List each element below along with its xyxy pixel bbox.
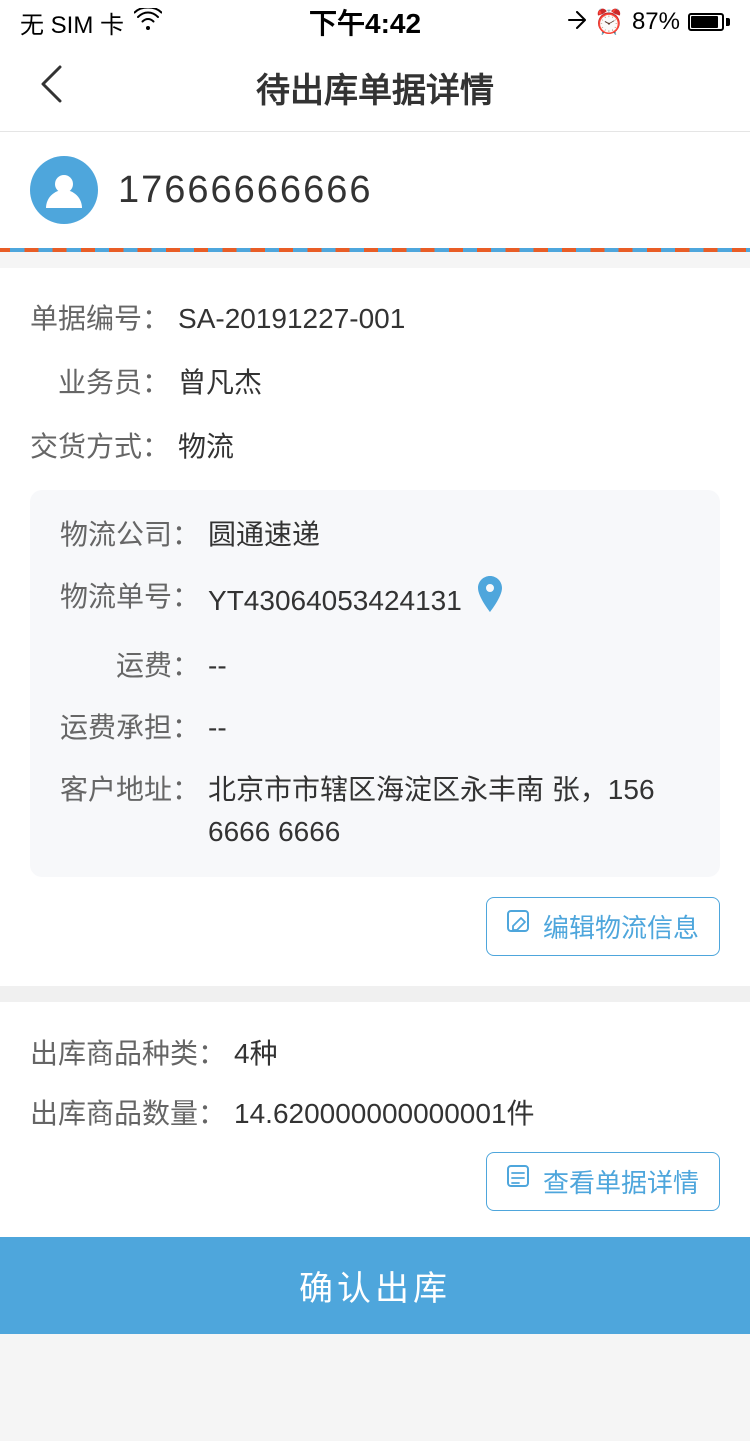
delivery-row: 交货方式： 物流 [30, 426, 720, 468]
freight-row: 运费： -- [60, 645, 690, 687]
freight-bearer-label: 运费承担： [60, 707, 200, 749]
edit-logistics-button[interactable]: 编辑物流信息 [486, 897, 720, 956]
page-title: 待出库单据详情 [256, 63, 494, 112]
section-divider-1 [0, 986, 750, 1002]
logistics-card: 物流公司： 圆通速递 物流单号： YT43064053424131 运费： --… [30, 490, 720, 877]
delivery-value: 物流 [178, 426, 720, 468]
freight-bearer-row: 运费承担： -- [60, 707, 690, 749]
confirm-button[interactable]: 确认出库 [0, 1237, 750, 1334]
address-label: 客户地址： [60, 769, 200, 811]
tracking-location-icon [474, 576, 506, 625]
product-type-row: 出库商品种类： 4种 [30, 1032, 720, 1072]
user-header: 17666666666 [0, 132, 750, 252]
document-number-value: SA-20191227-001 [178, 298, 720, 340]
logistics-company-value: 圆通速递 [208, 514, 690, 556]
carrier-label: 无 SIM 卡 [20, 5, 124, 40]
freight-label: 运费： [60, 645, 200, 687]
freight-value: -- [208, 645, 690, 687]
salesman-value: 曾凡杰 [178, 362, 720, 404]
view-detail-button-wrap: 查看单据详情 [30, 1152, 720, 1211]
logistics-tracking-value: YT43064053424131 [208, 576, 690, 625]
document-number-row: 单据编号： SA-20191227-001 [30, 298, 720, 340]
document-info-section: 单据编号： SA-20191227-001 业务员： 曾凡杰 交货方式： 物流 … [0, 268, 750, 986]
status-time: 下午4:42 [309, 2, 421, 42]
location-status-icon [568, 8, 586, 36]
product-type-label: 出库商品种类： [30, 1032, 226, 1072]
edit-logistics-label: 编辑物流信息 [543, 908, 699, 945]
product-type-value: 4种 [234, 1032, 278, 1072]
back-button[interactable] [30, 55, 72, 120]
status-bar: 无 SIM 卡 下午4:42 ⏰ 87% [0, 0, 750, 44]
address-row: 客户地址： 北京市市辖区海淀区永丰南 张，156 6666 6666 [60, 769, 690, 853]
edit-icon [507, 910, 533, 943]
view-detail-button[interactable]: 查看单据详情 [486, 1152, 720, 1211]
document-number-label: 单据编号： [30, 298, 170, 340]
avatar [30, 156, 98, 224]
edit-logistics-button-wrap: 编辑物流信息 [30, 897, 720, 956]
product-section: 出库商品种类： 4种 出库商品数量： 14.620000000000001件 查… [0, 1002, 750, 1241]
battery-text: 87% [632, 8, 680, 36]
product-quantity-value: 14.620000000000001件 [234, 1092, 535, 1132]
list-icon [507, 1165, 533, 1198]
freight-bearer-value: -- [208, 707, 690, 749]
salesman-row: 业务员： 曾凡杰 [30, 362, 720, 404]
status-left: 无 SIM 卡 [20, 5, 162, 40]
salesman-label: 业务员： [30, 362, 170, 404]
status-right: ⏰ 87% [568, 8, 730, 37]
wifi-icon [134, 8, 162, 37]
user-phone: 17666666666 [118, 169, 372, 212]
alarm-icon: ⏰ [594, 8, 624, 37]
logistics-company-label: 物流公司： [60, 514, 200, 556]
address-value: 北京市市辖区海淀区永丰南 张，156 6666 6666 [208, 769, 690, 853]
logistics-tracking-label: 物流单号： [60, 576, 200, 618]
confirm-button-label: 确认出库 [299, 1270, 451, 1308]
view-detail-label: 查看单据详情 [543, 1163, 699, 1200]
product-quantity-row: 出库商品数量： 14.620000000000001件 [30, 1092, 720, 1132]
logistics-company-row: 物流公司： 圆通速递 [60, 514, 690, 556]
logistics-tracking-row: 物流单号： YT43064053424131 [60, 576, 690, 625]
product-quantity-label: 出库商品数量： [30, 1092, 226, 1132]
battery-icon [688, 13, 730, 31]
delivery-label: 交货方式： [30, 426, 170, 468]
nav-bar: 待出库单据详情 [0, 44, 750, 132]
